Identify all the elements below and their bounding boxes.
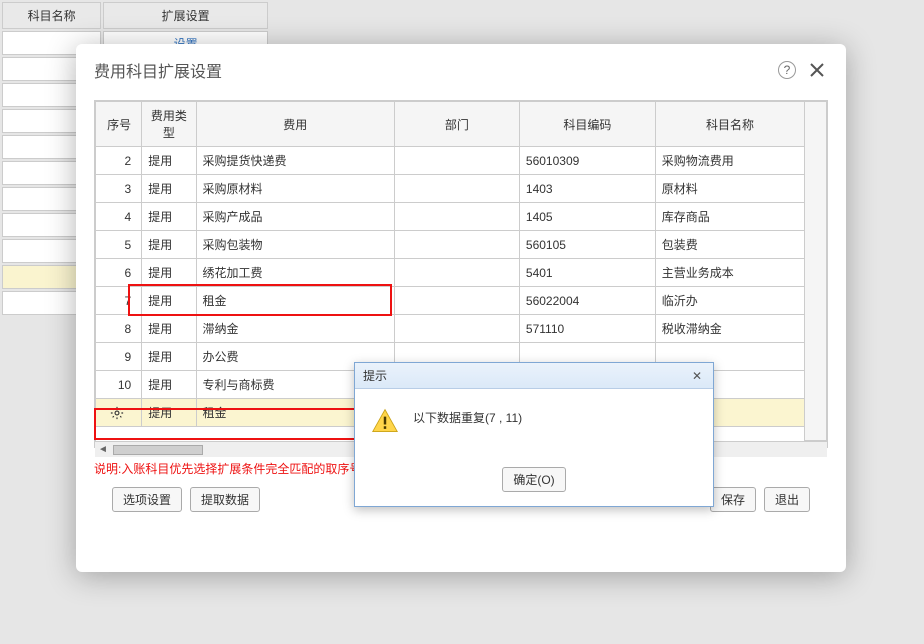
- table-row: 3提用采购原材料1403原材料: [96, 175, 827, 203]
- scroll-thumb[interactable]: [113, 445, 203, 455]
- options-button[interactable]: 选项设置: [112, 487, 182, 512]
- alert-title: 提示: [363, 367, 689, 384]
- col-dept[interactable]: 部门: [394, 102, 519, 147]
- gear-icon[interactable]: [110, 405, 124, 419]
- warning-icon: [371, 407, 399, 435]
- table-row: 2提用采购提货快递费56010309采购物流费用: [96, 147, 827, 175]
- col-fee[interactable]: 费用: [196, 102, 394, 147]
- col-seq[interactable]: 序号: [96, 102, 142, 147]
- fetch-button[interactable]: 提取数据: [190, 487, 260, 512]
- modal-title: 费用科目扩展设置: [94, 58, 778, 82]
- table-row: 8提用滞纳金571110税收滞纳金: [96, 315, 827, 343]
- col-type[interactable]: 费用类型: [142, 102, 196, 147]
- help-icon[interactable]: ?: [778, 61, 796, 79]
- alert-close-icon[interactable]: ✕: [689, 369, 705, 383]
- save-button[interactable]: 保存: [710, 487, 756, 512]
- table-row: 7提用租金56022004临沂办: [96, 287, 827, 315]
- bg-col-name: 科目名称: [2, 2, 101, 29]
- exit-button[interactable]: 退出: [764, 487, 810, 512]
- table-row: 4提用采购产成品1405库存商品: [96, 203, 827, 231]
- alert-ok-button[interactable]: 确定(O): [502, 467, 565, 492]
- alert-dialog: 提示 ✕ 以下数据重复(7 , 11) 确定(O): [354, 362, 714, 507]
- alert-message: 以下数据重复(7 , 11): [413, 407, 522, 426]
- col-name[interactable]: 科目名称: [655, 102, 804, 147]
- scroll-left-icon[interactable]: ◄: [95, 444, 111, 455]
- table-row: 6提用绣花加工费5401主营业务成本: [96, 259, 827, 287]
- vertical-scrollbar[interactable]: [805, 102, 827, 441]
- close-icon[interactable]: [806, 59, 828, 81]
- col-code[interactable]: 科目编码: [519, 102, 655, 147]
- bg-col-ext: 扩展设置: [103, 2, 268, 29]
- table-row: 5提用采购包装物560105包装费: [96, 231, 827, 259]
